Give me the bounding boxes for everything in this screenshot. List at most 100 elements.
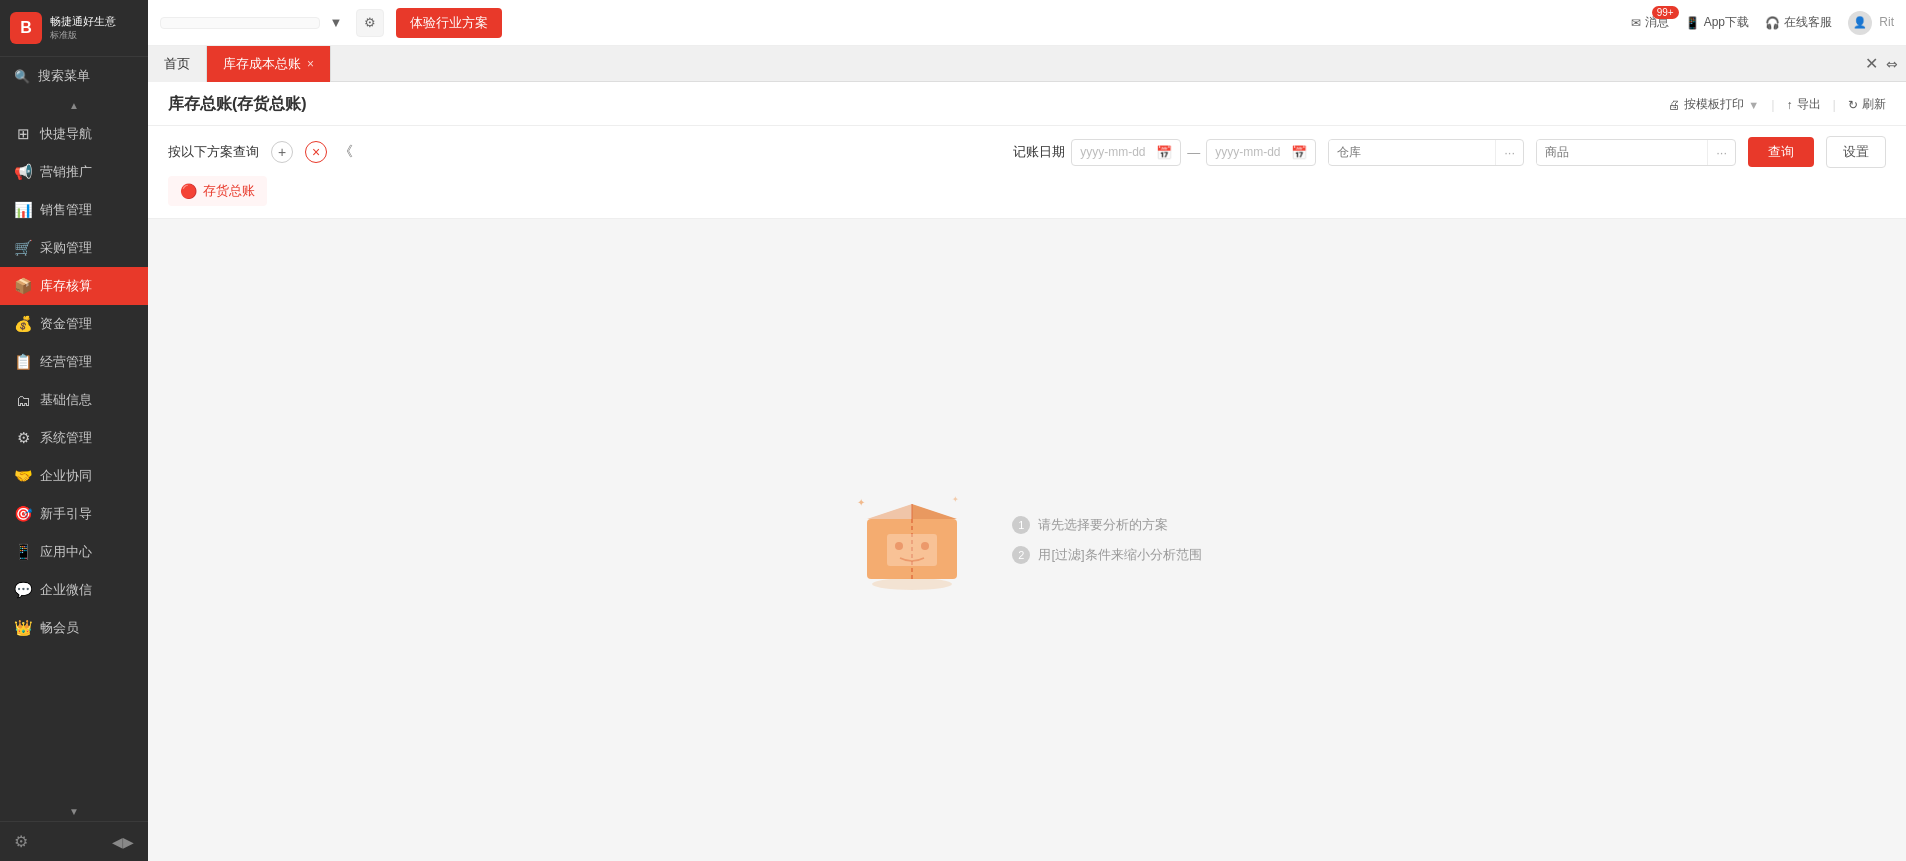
sidebar-item-label: 企业协同 <box>40 467 92 485</box>
scroll-down-arrow[interactable]: ▼ <box>64 803 84 819</box>
tab-home[interactable]: 首页 <box>148 46 207 82</box>
industry-solution-button[interactable]: 体验行业方案 <box>396 8 502 38</box>
print-dropdown-icon[interactable]: ▼ <box>1748 99 1759 111</box>
app-badge: 标准版 <box>50 29 116 42</box>
sidebar-item-newbie[interactable]: 🎯 新手引导 <box>0 495 148 533</box>
basic-info-icon: 🗂 <box>14 391 32 409</box>
page-title-row: 库存总账(存货总账) 🖨 按模板打印 ▼ | ↑ 导出 | ↻ <box>168 94 1886 115</box>
svg-point-8 <box>921 542 929 550</box>
goods-input[interactable] <box>1537 140 1707 164</box>
print-icon: 🖨 <box>1668 98 1680 112</box>
app-download-label: App下载 <box>1704 14 1749 31</box>
date-separator: — <box>1187 145 1200 160</box>
calendar-start-icon[interactable]: 📅 <box>1156 145 1172 160</box>
tab-inventory-label: 库存成本总账 <box>223 55 301 73</box>
settings-button[interactable]: 设置 <box>1826 136 1886 168</box>
sidebar-item-label: 采购管理 <box>40 239 92 257</box>
export-icon: ↑ <box>1787 98 1793 112</box>
date-start-input[interactable]: yyyy-mm-dd 📅 <box>1071 139 1181 166</box>
goods-more-btn[interactable]: ··· <box>1707 140 1735 165</box>
print-label: 按模板打印 <box>1684 96 1744 113</box>
message-btn[interactable]: ✉ 消息 99+ <box>1631 14 1669 31</box>
online-service-btn[interactable]: 🎧 在线客服 <box>1765 14 1832 31</box>
tab-close-btn[interactable]: × <box>307 57 314 71</box>
app-center-icon: 📱 <box>14 543 32 561</box>
user-avatar: 👤 <box>1848 11 1872 35</box>
username-label: Rit <box>1879 15 1894 29</box>
sidebar-item-label: 资金管理 <box>40 315 92 333</box>
sidebar-item-marketing[interactable]: 📢 营销推广 <box>0 153 148 191</box>
message-icon: ✉ <box>1631 16 1641 30</box>
sidebar-item-label: 基础信息 <box>40 391 92 409</box>
tab-expand-btn[interactable]: ⇔ <box>1886 56 1898 72</box>
app-download-btn[interactable]: 📱 App下载 <box>1685 14 1749 31</box>
sidebar-item-label: 快捷导航 <box>40 125 92 143</box>
page-title: 库存总账(存货总账) <box>168 94 307 115</box>
tab-right-controls: ✕ ⇔ <box>1865 54 1906 73</box>
user-info[interactable]: 👤 Rit <box>1848 11 1894 35</box>
goods-filter: ··· <box>1536 139 1736 166</box>
step-1-num: 1 <box>1012 516 1030 534</box>
sidebar-item-vip[interactable]: 👑 畅会员 <box>0 609 148 647</box>
app-download-icon: 📱 <box>1685 16 1700 30</box>
refresh-label: 刷新 <box>1862 96 1886 113</box>
sidebar-footer: ⚙ ◀▶ <box>0 821 148 861</box>
sidebar-item-basic-info[interactable]: 🗂 基础信息 <box>0 381 148 419</box>
sidebar-item-system[interactable]: ⚙ 系统管理 <box>0 419 148 457</box>
scheme-icon: 🔴 <box>180 183 197 199</box>
sidebar-item-purchase[interactable]: 🛒 采购管理 <box>0 229 148 267</box>
marketing-icon: 📢 <box>14 163 32 181</box>
sidebar-toggle-btn[interactable]: ◀▶ <box>112 834 134 850</box>
filter-add-btn[interactable]: + <box>271 141 293 163</box>
calendar-end-icon[interactable]: 📅 <box>1291 145 1307 160</box>
sidebar-logo: B 畅捷通好生意 标准版 <box>0 0 148 57</box>
filter-collapse-btn[interactable]: 《 <box>339 143 353 161</box>
warehouse-more-btn[interactable]: ··· <box>1495 140 1523 165</box>
sidebar-item-label: 营销推广 <box>40 163 92 181</box>
empty-step-2: 2 用[过滤]条件来缩小分析范围 <box>1012 546 1201 564</box>
sidebar-item-inventory[interactable]: 📦 库存核算 <box>0 267 148 305</box>
date-end-value: yyyy-mm-dd <box>1215 145 1280 159</box>
sidebar-item-label: 系统管理 <box>40 429 92 447</box>
topbar-settings-btn[interactable]: ⚙ <box>356 9 384 37</box>
export-btn[interactable]: ↑ 导出 <box>1787 96 1821 113</box>
wechat-icon: 💬 <box>14 581 32 599</box>
headset-icon: 🎧 <box>1765 16 1780 30</box>
notification-badge: 99+ <box>1652 6 1679 19</box>
empty-illustration: ✦ ✦ <box>852 484 972 597</box>
sidebar-item-quick-nav[interactable]: ⊞ 快捷导航 <box>0 115 148 153</box>
query-button[interactable]: 查询 <box>1748 137 1814 167</box>
svg-text:✦: ✦ <box>857 497 865 508</box>
topbar-dropdown-btn[interactable]: ▼ <box>324 11 348 35</box>
topbar-actions: ✉ 消息 99+ 📱 App下载 🎧 在线客服 👤 Rit <box>1631 11 1894 35</box>
sidebar-item-app-center[interactable]: 📱 应用中心 <box>0 533 148 571</box>
filter-scheme-item[interactable]: 🔴 存货总账 <box>168 176 267 206</box>
topbar-search-box[interactable] <box>160 17 320 29</box>
filter-label: 按以下方案查询 <box>168 143 259 161</box>
warehouse-input[interactable] <box>1329 140 1495 164</box>
date-filter-group: 记账日期 yyyy-mm-dd 📅 — yyyy-mm-dd 📅 <box>1013 139 1316 166</box>
purchase-icon: 🛒 <box>14 239 32 257</box>
empty-box-svg: ✦ ✦ <box>852 484 972 594</box>
sidebar-item-label: 库存核算 <box>40 277 92 295</box>
settings-footer-btn[interactable]: ⚙ <box>14 832 28 851</box>
sidebar-item-capital[interactable]: 💰 资金管理 <box>0 305 148 343</box>
print-template-btn[interactable]: 🖨 按模板打印 ▼ <box>1668 96 1759 113</box>
scroll-up-arrow[interactable]: ▲ <box>64 97 84 113</box>
tab-inventory-ledger[interactable]: 库存成本总账 × <box>207 46 331 82</box>
sidebar-item-cooperation[interactable]: 🤝 企业协同 <box>0 457 148 495</box>
filter-remove-btn[interactable]: × <box>305 141 327 163</box>
step-2-num: 2 <box>1012 546 1030 564</box>
svg-point-7 <box>895 542 903 550</box>
refresh-icon: ↻ <box>1848 98 1858 112</box>
tab-close-all-btn[interactable]: ✕ <box>1865 54 1878 73</box>
date-end-input[interactable]: yyyy-mm-dd 📅 <box>1206 139 1316 166</box>
sidebar: B 畅捷通好生意 标准版 🔍 搜索菜单 ▲ ⊞ 快捷导航 📢 营销推广 📊 销售… <box>0 0 148 861</box>
topbar-search-area: ▼ <box>160 11 348 35</box>
sidebar-search[interactable]: 🔍 搜索菜单 <box>0 57 148 95</box>
sidebar-item-wechat[interactable]: 💬 企业微信 <box>0 571 148 609</box>
page-header-actions: 🖨 按模板打印 ▼ | ↑ 导出 | ↻ 刷新 <box>1668 96 1886 113</box>
sidebar-item-operations[interactable]: 📋 经营管理 <box>0 343 148 381</box>
refresh-btn[interactable]: ↻ 刷新 <box>1848 96 1886 113</box>
sidebar-item-sales[interactable]: 📊 销售管理 <box>0 191 148 229</box>
